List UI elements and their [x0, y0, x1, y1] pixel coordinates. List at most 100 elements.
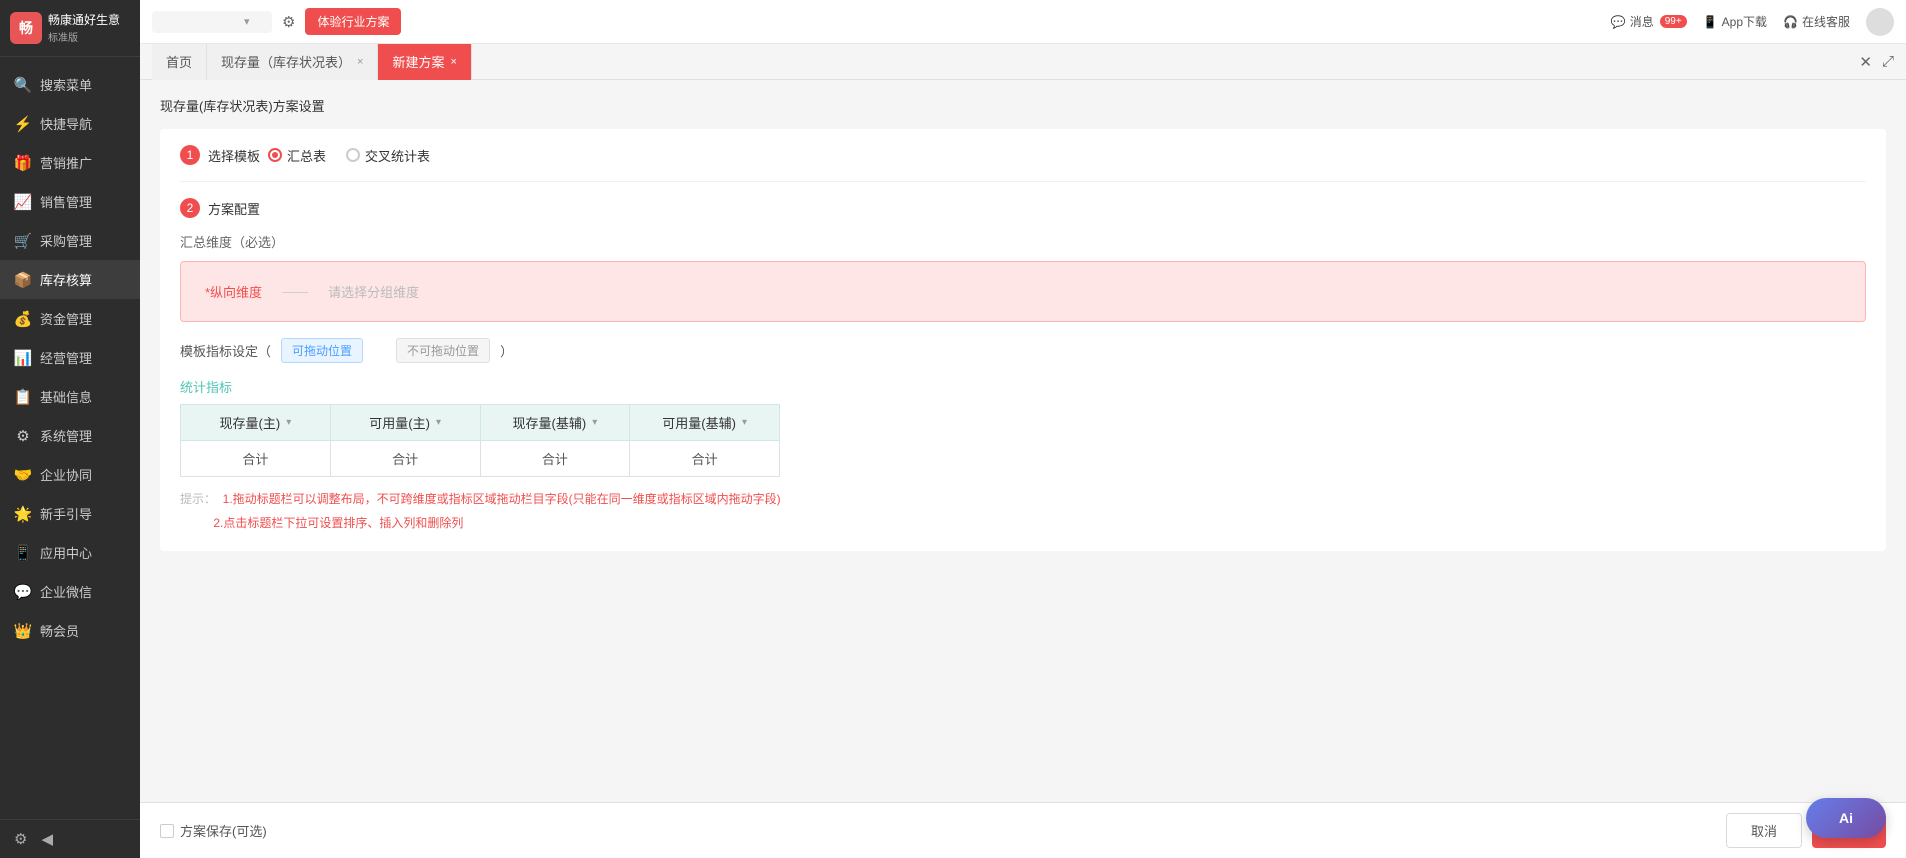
sidebar-label-4: 采购管理 — [40, 231, 92, 250]
tab-home[interactable]: 首页 — [152, 44, 207, 80]
sidebar-item-资金管理[interactable]: 💰 资金管理 — [0, 299, 140, 338]
save-option[interactable]: 方案保存(可选) — [160, 821, 267, 840]
config-section: 汇总维度（必选） *纵向维度 —— 请选择分组维度 模板指标设定（ 可拖动位置 … — [180, 232, 1866, 535]
tip2-text: 2.点击标题栏下拉可设置排序、插入列和删除列 — [213, 516, 463, 530]
sidebar-item-经营管理[interactable]: 📊 经营管理 — [0, 338, 140, 377]
sidebar-item-营销推广[interactable]: 🎁 营销推广 — [0, 143, 140, 182]
sidebar-item-快捷导航[interactable]: ⚡ 快捷导航 — [0, 104, 140, 143]
sidebar-item-基础信息[interactable]: 📋 基础信息 — [0, 377, 140, 416]
tabbar-right: ✕ ⤢ — [1859, 53, 1894, 71]
sidebar-icon-1: ⚡ — [14, 115, 32, 133]
sidebar-icon-12: 📱 — [14, 544, 32, 562]
online-service-item[interactable]: 🎧 在线客服 — [1783, 13, 1850, 30]
indicator-close-paren: ） — [500, 341, 513, 360]
trial-button[interactable]: 体验行业方案 — [305, 8, 401, 35]
col-label-0: 现存量(主) — [220, 413, 281, 432]
col-chevron-2[interactable]: ▾ — [592, 417, 597, 428]
tab-new-close[interactable]: × — [450, 56, 456, 68]
non-draggable-tag: 不可拖动位置 — [396, 338, 490, 363]
gear-icon[interactable]: ⚙ — [282, 13, 295, 31]
radio-option-0[interactable]: 汇总表 — [268, 146, 326, 165]
sidebar-label-6: 资金管理 — [40, 309, 92, 328]
tip1-text: 1.拖动标题栏可以调整布局，不可跨维度或指标区域拖动栏目字段(只能在同一维度或指… — [223, 492, 781, 506]
sidebar-label-2: 营销推广 — [40, 153, 92, 172]
col-chevron-3[interactable]: ▾ — [742, 417, 747, 428]
sidebar-icon-4: 🛒 — [14, 232, 32, 250]
col-chevron-0[interactable]: ▾ — [286, 417, 291, 428]
tab-expand-icon[interactable]: ⤢ — [1882, 53, 1894, 71]
search-box[interactable]: ▾ — [152, 11, 272, 33]
stats-cell-2: 合计 — [480, 441, 630, 477]
radio-dot-1 — [346, 148, 360, 162]
dim-box[interactable]: *纵向维度 —— 请选择分组维度 — [180, 261, 1866, 322]
stats-table-body: 合计合计合计合计 — [181, 441, 780, 477]
sidebar-icon-0: 🔍 — [14, 76, 32, 94]
draggable-tag: 可拖动位置 — [281, 338, 363, 363]
sidebar-item-搜索菜单[interactable]: 🔍 搜索菜单 — [0, 65, 140, 104]
sidebar-icon-14: 👑 — [14, 622, 32, 640]
sidebar-label-5: 库存核算 — [40, 270, 92, 289]
content-area: 现存量(库存状况表)方案设置 1 选择模板 汇总表 交叉统计表 2 方案配置 汇… — [140, 80, 1906, 802]
indicator-row: 模板指标设定（ 可拖动位置 不可拖动位置 ） — [180, 338, 1866, 363]
col-header-inner-1: 可用量(主)▾ — [345, 413, 466, 432]
tab-inventory-close[interactable]: × — [357, 56, 363, 68]
message-icon: 💬 — [1611, 15, 1626, 29]
tab-close-all-icon[interactable]: ✕ — [1859, 53, 1872, 71]
sidebar-label-3: 销售管理 — [40, 192, 92, 211]
step2-num: 2 — [180, 198, 200, 218]
search-input[interactable] — [160, 15, 240, 29]
sidebar-item-库存核算[interactable]: 📦 库存核算 — [0, 260, 140, 299]
sidebar-nav: 🔍 搜索菜单 ⚡ 快捷导航 🎁 营销推广 📈 销售管理 🛒 采购管理 📦 库存核… — [0, 57, 140, 819]
sidebar-icon-6: 💰 — [14, 310, 32, 328]
sidebar-label-9: 系统管理 — [40, 426, 92, 445]
step1-title: 选择模板 — [208, 146, 260, 165]
tab-inventory[interactable]: 现存量（库存状况表） × — [207, 44, 378, 80]
sidebar: 畅 畅康通好生意 标准版 🔍 搜索菜单 ⚡ 快捷导航 🎁 营销推广 📈 销售管理… — [0, 0, 140, 858]
stats-col-header-1[interactable]: 可用量(主)▾ — [330, 405, 480, 441]
sidebar-item-新手引导[interactable]: 🌟 新手引导 — [0, 494, 140, 533]
sidebar-item-企业协同[interactable]: 🤝 企业协同 — [0, 455, 140, 494]
sound-icon[interactable]: ◀ — [41, 830, 53, 848]
main-area: ▾ ⚙ 体验行业方案 💬 消息 99+ 📱 App下载 🎧 在线客服 首页 — [140, 0, 1906, 858]
sidebar-label-11: 新手引导 — [40, 504, 92, 523]
sidebar-item-采购管理[interactable]: 🛒 采购管理 — [0, 221, 140, 260]
cancel-button[interactable]: 取消 — [1726, 813, 1802, 848]
online-service-label: 在线客服 — [1802, 13, 1850, 30]
stats-col-header-3[interactable]: 可用量(基辅)▾ — [630, 405, 780, 441]
messages-item[interactable]: 💬 消息 99+ — [1611, 13, 1687, 30]
sidebar-item-畅会员[interactable]: 👑 畅会员 — [0, 611, 140, 650]
dim-dash: —— — [282, 284, 308, 299]
stats-data-row: 合计合计合计合计 — [181, 441, 780, 477]
sidebar-label-12: 应用中心 — [40, 543, 92, 562]
app-logo: 畅 畅康通好生意 标准版 — [0, 0, 140, 57]
sidebar-item-销售管理[interactable]: 📈 销售管理 — [0, 182, 140, 221]
stats-col-header-2[interactable]: 现存量(基辅)▾ — [480, 405, 630, 441]
stats-cell-0: 合计 — [181, 441, 331, 477]
sidebar-item-系统管理[interactable]: ⚙ 系统管理 — [0, 416, 140, 455]
stats-col-header-0[interactable]: 现存量(主) ▾ — [181, 405, 331, 441]
indicator-label-text: 模板指标设定（ — [180, 341, 271, 360]
section-template: 1 选择模板 汇总表 交叉统计表 2 方案配置 汇总维度（必选） *纵向维度 — [160, 129, 1886, 551]
sidebar-icon-5: 📦 — [14, 271, 32, 289]
tabbar: 首页 现存量（库存状况表） × 新建方案 × ✕ ⤢ — [140, 44, 1906, 80]
sidebar-label-7: 经营管理 — [40, 348, 92, 367]
search-chevron-icon[interactable]: ▾ — [244, 15, 250, 28]
sidebar-item-企业微信[interactable]: 💬 企业微信 — [0, 572, 140, 611]
sidebar-icon-7: 📊 — [14, 349, 32, 367]
settings-icon[interactable]: ⚙ — [14, 830, 27, 848]
stats-table: 现存量(主)▾可用量(主)▾现存量(基辅)▾可用量(基辅)▾ 合计合计合计合计 — [180, 404, 780, 477]
sidebar-label-13: 企业微信 — [40, 582, 92, 601]
save-checkbox[interactable] — [160, 824, 174, 838]
ai-bubble[interactable]: Ai — [1806, 798, 1886, 838]
indicator-suffix — [373, 341, 386, 360]
sidebar-item-应用中心[interactable]: 📱 应用中心 — [0, 533, 140, 572]
radio-option-1[interactable]: 交叉统计表 — [346, 146, 430, 165]
tab-inventory-label: 现存量（库存状况表） — [221, 52, 351, 71]
tab-new-scheme[interactable]: 新建方案 × — [378, 44, 471, 80]
page-title: 现存量(库存状况表)方案设置 — [160, 96, 1886, 115]
col-chevron-1[interactable]: ▾ — [436, 417, 441, 428]
radio-label-0: 汇总表 — [287, 146, 326, 165]
app-download-item[interactable]: 📱 App下载 — [1703, 13, 1767, 30]
sidebar-label-1: 快捷导航 — [40, 114, 92, 133]
user-avatar[interactable] — [1866, 8, 1894, 36]
